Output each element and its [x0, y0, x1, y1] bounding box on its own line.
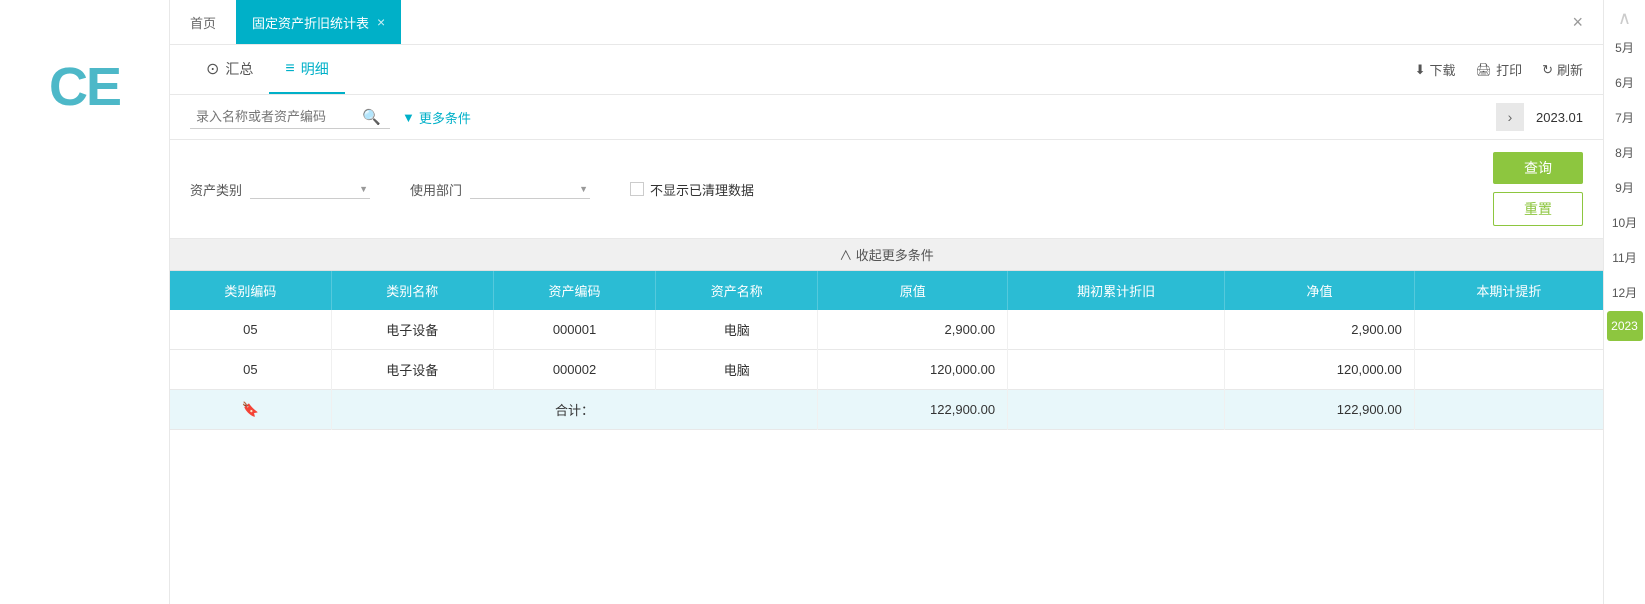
search-row: 🔍 ▼ 更多条件 › 2023.01 — [170, 95, 1603, 140]
month-9[interactable]: 9月 — [1607, 171, 1643, 204]
cell-category-code: 05 — [170, 350, 331, 390]
cell-current-depreciation — [1414, 310, 1603, 350]
filter-label: 更多条件 — [419, 108, 471, 127]
col-accumulated-depreciation: 期初累计折旧 — [1008, 271, 1225, 310]
filter-row: 资产类别 使用部门 不显示已清理数据 查询 重置 — [170, 140, 1603, 239]
search-input[interactable] — [196, 109, 356, 124]
more-conditions-button[interactable]: ▼ 更多条件 — [402, 108, 471, 127]
month-12[interactable]: 12月 — [1607, 276, 1643, 309]
cell-asset-code: 000001 — [493, 310, 655, 350]
table-row: 05 电子设备 000001 电脑 2,900.00 2,900.00 — [170, 310, 1603, 350]
table-wrap: 类别编码 类别名称 资产编码 资产名称 原值 期初累计折旧 净值 本期计提折 0… — [170, 271, 1603, 604]
refresh-icon: ↻ — [1542, 62, 1553, 78]
col-original-value: 原值 — [818, 271, 1008, 310]
total-accumulated-depreciation — [1008, 390, 1225, 430]
cell-asset-name: 电脑 — [656, 350, 818, 390]
checkbox-box[interactable] — [630, 182, 644, 196]
cell-original-value: 2,900.00 — [818, 310, 1008, 350]
dept-filter: 使用部门 — [410, 179, 590, 199]
cell-net-value: 120,000.00 — [1225, 350, 1415, 390]
col-asset-name: 资产名称 — [656, 271, 818, 310]
hide-cleared-checkbox[interactable]: 不显示已清理数据 — [630, 180, 754, 199]
cell-net-value: 2,900.00 — [1225, 310, 1415, 350]
dept-label: 使用部门 — [410, 180, 462, 199]
toolbar: ⊙ 汇总 ≡ 明细 ⬇ 下载 🖨 打印 ↻ 刷新 — [170, 45, 1603, 95]
nav-home[interactable]: 首页 — [170, 0, 236, 44]
month-8[interactable]: 8月 — [1607, 136, 1643, 169]
total-current-depreciation — [1414, 390, 1603, 430]
table-header-row: 类别编码 类别名称 资产编码 资产名称 原值 期初累计折旧 净值 本期计提折 — [170, 271, 1603, 310]
asset-type-select[interactable] — [250, 179, 370, 199]
query-button[interactable]: 查询 — [1493, 152, 1583, 184]
tab-summary-label: 汇总 — [225, 59, 253, 79]
month-6[interactable]: 6月 — [1607, 66, 1643, 99]
cell-category-name: 电子设备 — [331, 350, 493, 390]
download-button[interactable]: ⬇ 下载 — [1415, 60, 1456, 79]
download-label: 下载 — [1430, 60, 1456, 79]
tab-detail-label: 明细 — [301, 59, 329, 79]
data-table: 类别编码 类别名称 资产编码 资产名称 原值 期初累计折旧 净值 本期计提折 0… — [170, 271, 1603, 430]
total-row: 🔖 合计： 122,900.00 122,900.00 — [170, 390, 1603, 430]
top-nav: 首页 固定资产折旧统计表 × × — [170, 0, 1603, 45]
month-5[interactable]: 5月 — [1607, 31, 1643, 64]
total-label: 合计： — [331, 390, 818, 430]
tab-summary[interactable]: ⊙ 汇总 — [190, 45, 269, 94]
total-net-value: 122,900.00 — [1225, 390, 1415, 430]
col-net-value: 净值 — [1225, 271, 1415, 310]
col-current-depreciation: 本期计提折 — [1414, 271, 1603, 310]
cell-original-value: 120,000.00 — [818, 350, 1008, 390]
date-indicator: 2023.01 — [1536, 110, 1583, 125]
window-close-button[interactable]: × — [1552, 0, 1603, 44]
main-content: 首页 固定资产折旧统计表 × × ⊙ 汇总 ≡ 明细 ⬇ 下载 🖨 打印 ↻ — [170, 0, 1603, 604]
download-icon: ⬇ — [1415, 62, 1426, 78]
refresh-button[interactable]: ↻ 刷新 — [1542, 60, 1583, 79]
asset-type-select-wrap — [250, 179, 370, 199]
asset-type-label: 资产类别 — [190, 180, 242, 199]
total-icon-cell: 🔖 — [170, 390, 331, 430]
month-10[interactable]: 10月 — [1607, 206, 1643, 239]
asset-type-filter: 资产类别 — [190, 179, 370, 199]
reset-button[interactable]: 重置 — [1493, 192, 1583, 226]
hide-cleared-label: 不显示已清理数据 — [650, 180, 754, 199]
detail-icon: ≡ — [285, 60, 294, 78]
toolbar-actions: ⬇ 下载 🖨 打印 ↻ 刷新 — [1415, 60, 1583, 79]
col-asset-code: 资产编码 — [493, 271, 655, 310]
search-icon[interactable]: 🔍 — [362, 108, 381, 126]
print-label: 打印 — [1496, 60, 1522, 79]
nav-tab-close-icon[interactable]: × — [377, 14, 385, 30]
right-sidebar: ∧ 5月 6月 7月 8月 9月 10月 11月 12月 2023 — [1603, 0, 1645, 604]
refresh-label: 刷新 — [1557, 60, 1583, 79]
sidebar-logo: CE — [0, 0, 170, 604]
nav-tab-fixed-assets[interactable]: 固定资产折旧统计表 × — [236, 0, 401, 44]
cell-accumulated-depreciation — [1008, 350, 1225, 390]
table-row: 05 电子设备 000002 电脑 120,000.00 120,000.00 — [170, 350, 1603, 390]
cell-category-code: 05 — [170, 310, 331, 350]
print-icon: 🖨 — [1476, 62, 1493, 78]
cell-asset-name: 电脑 — [656, 310, 818, 350]
collapse-label: ∧ 收起更多条件 — [839, 245, 934, 264]
scroll-up-button[interactable]: ∧ — [1618, 8, 1631, 29]
filter-actions: 查询 重置 — [1493, 152, 1583, 226]
cell-category-name: 电子设备 — [331, 310, 493, 350]
search-input-wrap: 🔍 — [190, 106, 390, 129]
dept-select-wrap — [470, 179, 590, 199]
expand-panel-button[interactable]: › — [1496, 103, 1524, 131]
collapse-bar[interactable]: ∧ 收起更多条件 — [170, 239, 1603, 271]
month-7[interactable]: 7月 — [1607, 101, 1643, 134]
filter-icon: ▼ — [402, 110, 415, 125]
total-original-value: 122,900.00 — [818, 390, 1008, 430]
print-button[interactable]: 🖨 打印 — [1476, 60, 1523, 79]
cell-asset-code: 000002 — [493, 350, 655, 390]
logo-text: CE — [49, 60, 120, 114]
tab-detail[interactable]: ≡ 明细 — [269, 45, 344, 94]
nav-tab-label: 固定资产折旧统计表 — [252, 13, 369, 32]
cell-accumulated-depreciation — [1008, 310, 1225, 350]
dept-select[interactable] — [470, 179, 590, 199]
cell-current-depreciation — [1414, 350, 1603, 390]
month-11[interactable]: 11月 — [1607, 241, 1643, 274]
summary-icon: ⊙ — [206, 59, 219, 79]
col-category-name: 类别名称 — [331, 271, 493, 310]
col-category-code: 类别编码 — [170, 271, 331, 310]
year-2023[interactable]: 2023 — [1607, 311, 1643, 341]
